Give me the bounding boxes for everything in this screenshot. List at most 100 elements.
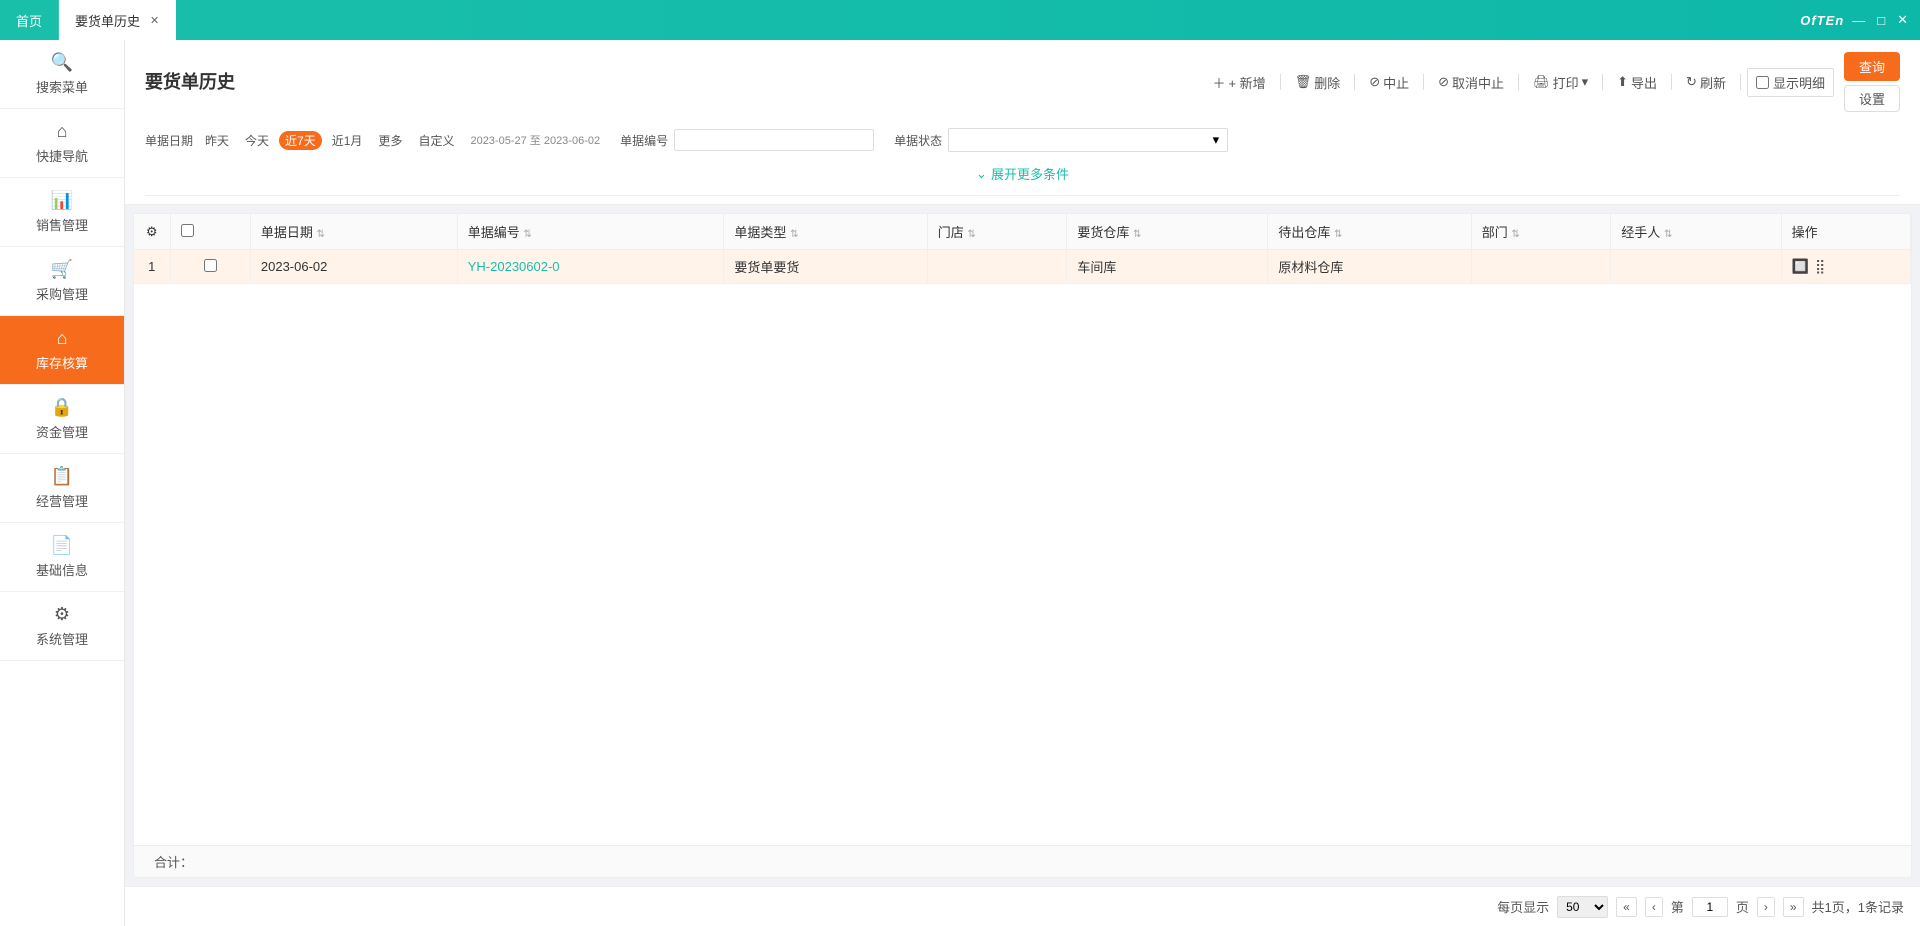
row-handler	[1611, 250, 1781, 284]
refresh-button[interactable]: ↻ 刷新	[1678, 69, 1734, 96]
shortcut-today[interactable]: 今天	[239, 131, 275, 150]
sidebar-finance-label: 资金管理	[36, 422, 88, 441]
row-store	[927, 250, 1067, 284]
view-action-icon[interactable]: 🔲	[1792, 258, 1809, 275]
sidebar-quicknav-label: 快捷导航	[36, 146, 88, 165]
expand-more-icon: ⌄	[976, 166, 987, 182]
page-title: 要货单历史	[145, 68, 235, 94]
delete-icon: 🗑	[1295, 74, 1312, 90]
maximize-icon[interactable]: □	[1877, 13, 1885, 28]
tab-requisition-history[interactable]: 要货单历史 ✕	[59, 0, 176, 40]
filter-row-1: 单据日期 昨天 今天 近7天 近1月 更多 自定义 2023-05-27 至 2…	[145, 128, 1900, 152]
divider-1	[1280, 74, 1281, 90]
new-button[interactable]: ＋ + 新增	[1204, 69, 1273, 96]
stop-button[interactable]: ⊘ 中止	[1361, 69, 1417, 96]
per-page-select[interactable]: 20 50 100	[1557, 896, 1608, 918]
sidebar-item-finance[interactable]: 🔒 资金管理	[0, 385, 124, 454]
operations-icon: 📋	[51, 466, 73, 487]
col-date: 单据日期 ⇅	[250, 214, 457, 250]
sidebar-item-inventory[interactable]: ⌂ 库存核算	[0, 316, 124, 385]
sidebar-operations-label: 经营管理	[36, 491, 88, 510]
show-detail-button[interactable]: 显示明细	[1747, 68, 1834, 97]
table-footer: 合计：	[134, 845, 1911, 877]
status-select-arrow: ▾	[1213, 132, 1220, 148]
status-filter-group: 单据状态 ▾	[894, 128, 1228, 152]
sidebar-item-operations[interactable]: 📋 经营管理	[0, 454, 124, 523]
sidebar-item-search-menu[interactable]: 🔍 搜索菜单	[0, 40, 124, 109]
cancel-stop-button[interactable]: ⊘ 取消中止	[1430, 69, 1512, 96]
first-page-button[interactable]: «	[1616, 897, 1637, 917]
sidebar-item-quick-nav[interactable]: ⌂ 快捷导航	[0, 109, 124, 178]
select-all-checkbox[interactable]	[181, 224, 194, 237]
query-button[interactable]: 查询	[1844, 52, 1900, 81]
tab-home[interactable]: 首页	[0, 0, 59, 40]
purchase-icon: 🛒	[51, 259, 73, 280]
prev-page-button[interactable]: ‹	[1645, 897, 1663, 917]
top-bar-right: OfTEn — □ ✕	[1788, 12, 1920, 28]
sort-store-icon[interactable]: ⇅	[967, 229, 975, 240]
sort-docnum-icon[interactable]: ⇅	[523, 229, 531, 240]
sort-handler-icon[interactable]: ⇅	[1664, 229, 1672, 240]
table-header: ⚙ 单据日期 ⇅ 单据编号 ⇅ 单据类型 ⇅	[134, 214, 1911, 250]
divider-7	[1740, 74, 1741, 90]
sort-req-wh-icon[interactable]: ⇅	[1133, 229, 1141, 240]
col-dept-label: 部门	[1482, 225, 1508, 240]
doc-number-input[interactable]	[674, 129, 874, 151]
tab-bar: 首页 要货单历史 ✕	[0, 0, 1788, 40]
col-doc-number-label: 单据编号	[468, 225, 520, 240]
sort-doctype-icon[interactable]: ⇅	[790, 229, 798, 240]
show-detail-checkbox[interactable]	[1756, 76, 1769, 89]
shortcut-more[interactable]: 更多	[372, 131, 408, 150]
col-pending-wh-label: 待出仓库	[1278, 225, 1330, 240]
sidebar-sales-label: 销售管理	[36, 215, 88, 234]
new-icon: ＋	[1212, 73, 1225, 92]
expand-more-button[interactable]: ⌄ 展开更多条件	[145, 160, 1900, 187]
row-checkbox[interactable]	[204, 259, 217, 272]
shortcut-last1month[interactable]: 近1月	[326, 131, 369, 150]
row-checkbox-cell[interactable]	[170, 250, 250, 284]
date-filter-group: 单据日期 昨天 今天 近7天 近1月 更多 自定义 2023-05-27 至 2…	[145, 131, 600, 150]
sort-dept-icon[interactable]: ⇅	[1511, 229, 1519, 240]
page-input[interactable]	[1692, 897, 1728, 917]
date-shortcuts: 昨天 今天 近7天 近1月 更多 自定义	[199, 131, 460, 150]
more-action-icon[interactable]: ⣿	[1815, 258, 1825, 275]
doc-number-label: 单据编号	[620, 132, 668, 149]
sidebar-item-system[interactable]: ⚙ 系统管理	[0, 592, 124, 661]
col-checkbox[interactable]	[170, 214, 250, 250]
tab-close-icon[interactable]: ✕	[150, 14, 159, 27]
print-button[interactable]: 🖨 打印 ▾	[1525, 69, 1596, 96]
delete-button[interactable]: 🗑 删除	[1287, 69, 1349, 96]
sidebar-search-label: 搜索菜单	[36, 77, 88, 96]
sidebar-item-basic-info[interactable]: 📄 基础信息	[0, 523, 124, 592]
sidebar-item-purchase[interactable]: 🛒 采购管理	[0, 247, 124, 316]
status-select[interactable]: ▾	[948, 128, 1228, 152]
table-area: ⚙ 单据日期 ⇅ 单据编号 ⇅ 单据类型 ⇅	[133, 213, 1912, 878]
system-icon: ⚙	[54, 604, 70, 625]
close-icon[interactable]: ✕	[1897, 12, 1908, 28]
cancel-stop-icon: ⊘	[1438, 74, 1449, 90]
row-dept	[1471, 250, 1611, 284]
stop-icon: ⊘	[1369, 74, 1380, 90]
col-store: 门店 ⇅	[927, 214, 1067, 250]
filter-area: 单据日期 昨天 今天 近7天 近1月 更多 自定义 2023-05-27 至 2…	[145, 128, 1900, 196]
export-button[interactable]: ⬆ 导出	[1609, 69, 1665, 96]
print-arrow-icon: ▾	[1582, 74, 1589, 90]
shortcut-last7days[interactable]: 近7天	[279, 131, 322, 150]
shortcut-yesterday[interactable]: 昨天	[199, 131, 235, 150]
minimize-icon[interactable]: —	[1852, 13, 1865, 28]
row-doc-number[interactable]: YH-20230602-0	[457, 250, 724, 284]
last-page-button[interactable]: »	[1783, 897, 1804, 917]
settings-button[interactable]: 设置	[1844, 85, 1900, 112]
page-label: 第	[1671, 897, 1684, 916]
col-settings[interactable]: ⚙	[134, 214, 170, 250]
doc-number-link[interactable]: YH-20230602-0	[468, 259, 560, 274]
sort-date-icon[interactable]: ⇅	[317, 229, 325, 240]
shortcut-custom[interactable]: 自定义	[412, 131, 460, 150]
row-date: 2023-06-02	[250, 250, 457, 284]
sort-pending-wh-icon[interactable]: ⇅	[1334, 229, 1342, 240]
sidebar-item-sales[interactable]: 📊 销售管理	[0, 178, 124, 247]
col-doc-type-label: 单据类型	[734, 225, 786, 240]
action-icons: 🔲 ⣿	[1792, 258, 1900, 275]
next-page-button[interactable]: ›	[1757, 897, 1775, 917]
col-req-warehouse: 要货仓库 ⇅	[1067, 214, 1268, 250]
